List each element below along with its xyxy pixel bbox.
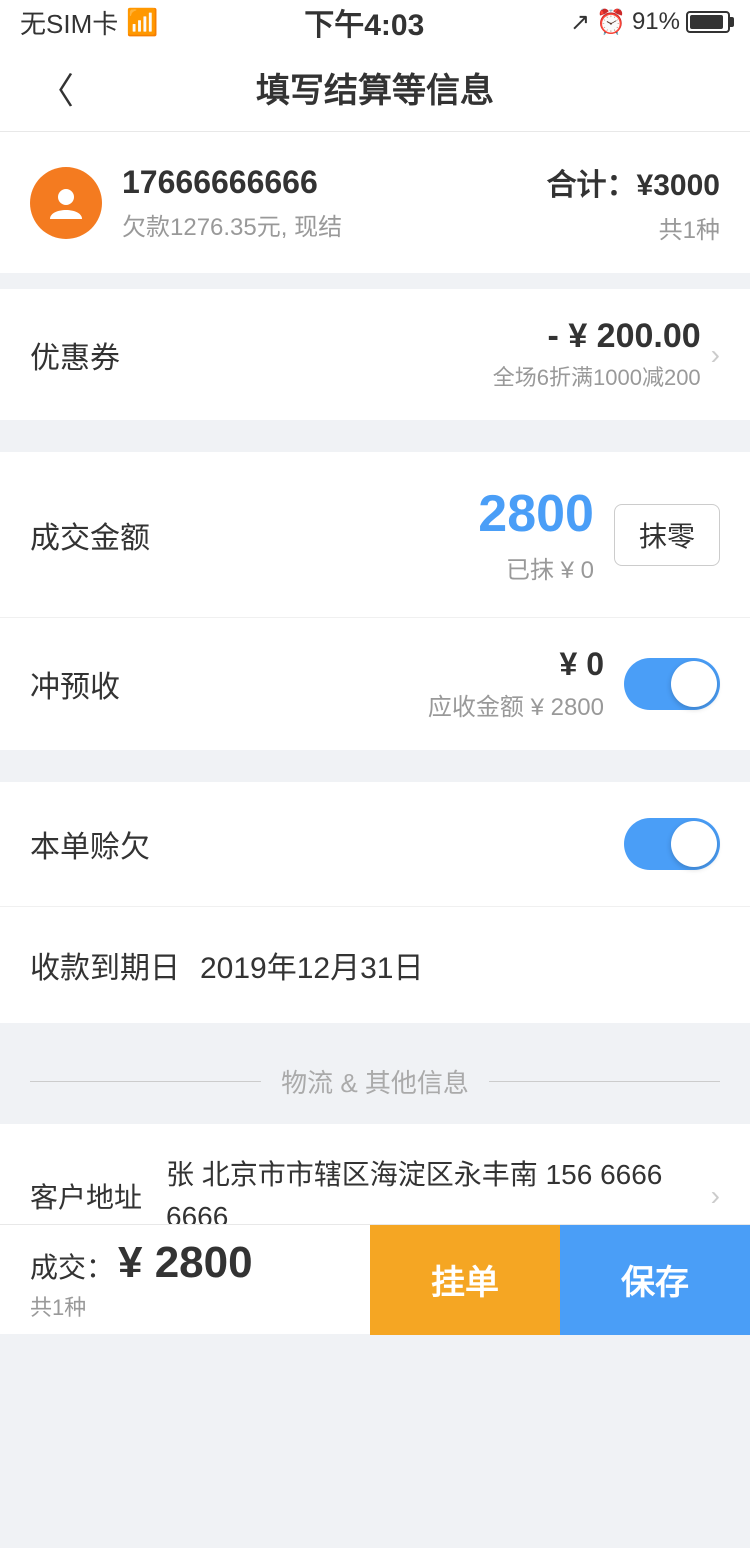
- deal-amount-label: 成交金额: [30, 513, 150, 557]
- footer-deal-row: 成交： ¥ 2800: [30, 1238, 340, 1288]
- coupon-discount: - ¥ 200.00: [493, 317, 701, 356]
- coupon-right: - ¥ 200.00 全场6折满1000减200 ›: [493, 317, 720, 392]
- due-date-label: 收款到期日: [30, 943, 180, 987]
- deal-amount-row: 成交金额 2800 已抹 ¥ 0 抹零: [30, 452, 720, 617]
- carrier-text: 无SIM卡: [20, 4, 118, 41]
- prepay-right: ¥ 0 应收金额 ¥ 2800: [428, 646, 720, 722]
- deal-amount-value: 2800: [478, 484, 594, 544]
- deal-amount-sub: 已抹 ¥ 0: [478, 550, 594, 585]
- prepay-sub: 应收金额 ¥ 2800: [428, 687, 604, 722]
- customer-phone: 17666666666: [122, 164, 342, 201]
- debt-toggle[interactable]: [624, 818, 720, 870]
- customer-right: 合计：¥3000 共1种: [547, 160, 720, 245]
- prepay-value: ¥ 0: [428, 646, 604, 683]
- customer-info: 17666666666 欠款1276.35元, 现结: [122, 164, 342, 242]
- save-button[interactable]: 保存: [560, 1225, 750, 1335]
- total-amount: 合计：¥3000: [547, 160, 720, 204]
- deal-amount-right: 2800 已抹 ¥ 0 抹零: [478, 484, 720, 585]
- logistics-line-left: [30, 1081, 261, 1082]
- logistics-text: 物流 & 其他信息: [281, 1063, 469, 1100]
- round-zero-button[interactable]: 抹零: [614, 504, 720, 566]
- hang-order-button[interactable]: 挂单: [370, 1225, 560, 1335]
- status-bar-left: 无SIM卡 📶: [20, 4, 159, 41]
- amount-section: 成交金额 2800 已抹 ¥ 0 抹零: [0, 452, 750, 617]
- total-count: 共1种: [547, 210, 720, 245]
- logistics-divider: 物流 & 其他信息: [0, 1039, 750, 1124]
- due-date-value: 2019年12月31日: [200, 943, 423, 987]
- footer-deal-label: 成交：: [30, 1246, 114, 1286]
- battery-text: 91%: [632, 8, 680, 36]
- coupon-row[interactable]: 优惠券 - ¥ 200.00 全场6折满1000减200 ›: [0, 289, 750, 420]
- prepay-row: 冲预收 ¥ 0 应收金额 ¥ 2800: [0, 617, 750, 750]
- avatar: [30, 167, 102, 239]
- debt-toggle-knob: [671, 821, 717, 867]
- toggle-knob: [671, 661, 717, 707]
- prepay-label: 冲预收: [30, 662, 120, 706]
- customer-note: 欠款1276.35元, 现结: [122, 207, 342, 242]
- prepay-toggle[interactable]: [624, 658, 720, 710]
- battery-icon: [686, 11, 730, 33]
- chevron-right-icon: ›: [711, 339, 720, 371]
- logistics-line-right: [489, 1081, 720, 1082]
- amount-value-container: 2800 已抹 ¥ 0: [478, 484, 594, 585]
- coupon-label: 优惠券: [30, 333, 120, 377]
- section-divider-2: [0, 750, 750, 766]
- coupon-desc: 全场6折满1000减200: [493, 360, 701, 392]
- nav-bar: 〈 填写结算等信息: [0, 44, 750, 132]
- section-divider-3: [0, 1023, 750, 1039]
- status-bar: 无SIM卡 📶 下午4:03 ↗ ⏰ 91%: [0, 0, 750, 44]
- footer: 成交： ¥ 2800 共1种 挂单 保存: [0, 1224, 750, 1334]
- debt-row: 本单赊欠: [0, 782, 750, 906]
- address-label: 客户地址: [30, 1176, 142, 1216]
- wifi-icon: 📶: [126, 7, 158, 38]
- debt-label: 本单赊欠: [30, 822, 150, 866]
- coupon-right-inner: - ¥ 200.00 全场6折满1000减200: [493, 317, 701, 392]
- location-icon: ↗: [570, 8, 590, 37]
- footer-info: 成交： ¥ 2800 共1种: [0, 1238, 370, 1322]
- customer-left: 17666666666 欠款1276.35元, 现结: [30, 164, 342, 242]
- due-date-row: 收款到期日 2019年12月31日: [0, 906, 750, 1023]
- address-chevron-icon: ›: [711, 1180, 720, 1212]
- page-title: 填写结算等信息: [256, 63, 494, 112]
- alarm-icon: ⏰: [596, 8, 626, 37]
- prepay-value-container: ¥ 0 应收金额 ¥ 2800: [428, 646, 604, 722]
- footer-amount: ¥ 2800: [118, 1238, 253, 1288]
- back-button[interactable]: 〈: [28, 52, 84, 124]
- footer-count: 共1种: [30, 1290, 340, 1322]
- status-bar-right: ↗ ⏰ 91%: [570, 8, 730, 37]
- customer-card: 17666666666 欠款1276.35元, 现结 合计：¥3000 共1种: [0, 132, 750, 273]
- content: 17666666666 欠款1276.35元, 现结 合计：¥3000 共1种 …: [0, 132, 750, 1548]
- section-divider-1: [0, 436, 750, 452]
- status-bar-time: 下午4:03: [304, 0, 424, 44]
